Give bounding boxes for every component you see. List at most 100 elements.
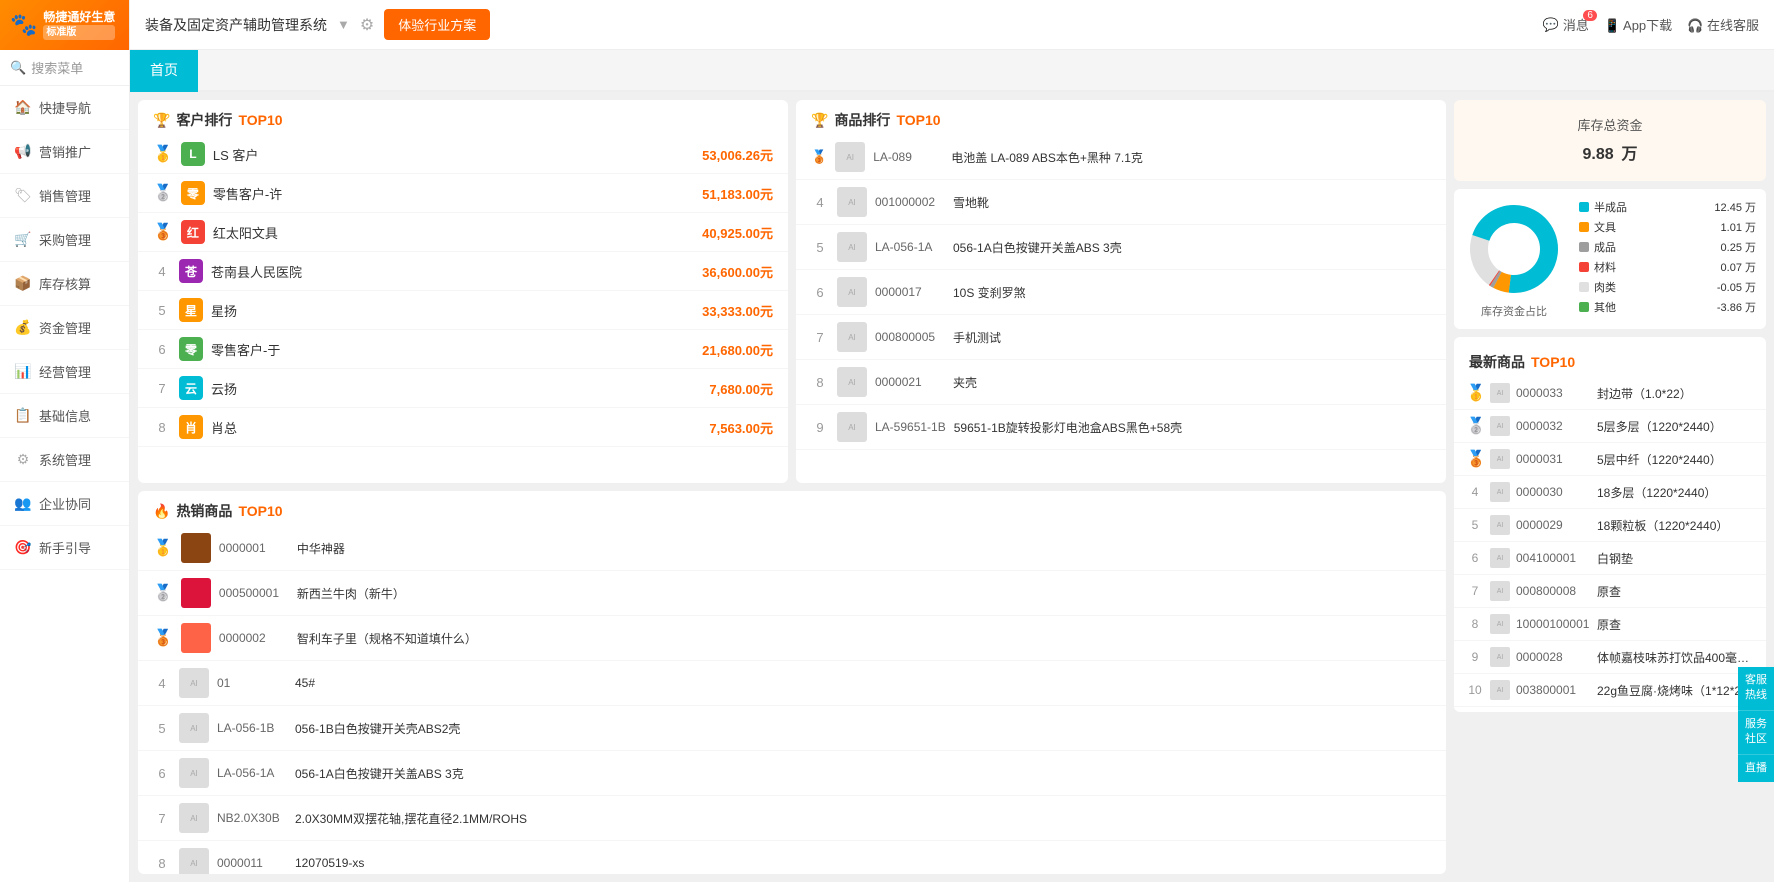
message-icon: 💬 bbox=[1543, 17, 1559, 33]
sidebar-item-label: 采购管理 bbox=[39, 230, 91, 249]
product-name: 2.0X30MM双摆花轴,摆花直径2.1MM/ROHS bbox=[295, 810, 1431, 827]
list-item: 8 AI 0000011 12070519-xs bbox=[138, 841, 1446, 874]
medal-icon: 🥇 bbox=[153, 144, 173, 164]
product-thumb: AI bbox=[837, 277, 867, 307]
float-btn-community[interactable]: 服务社区 bbox=[1738, 711, 1774, 755]
product-name: 5层多层（1220*2440） bbox=[1597, 418, 1754, 435]
phone-icon: 📱 bbox=[1604, 18, 1620, 33]
product-name: 22g鱼豆腐·烧烤味（1*12*20） bbox=[1597, 682, 1754, 699]
sidebar-item-home[interactable]: 🏠 快捷导航 bbox=[0, 86, 129, 130]
legend-item: 肉类 -0.05 万 bbox=[1579, 279, 1756, 295]
product-name: 056-1B白色按键开关壳ABS2壳 bbox=[295, 720, 1431, 737]
product-code: 0000002 bbox=[219, 631, 289, 645]
legend-item: 半成品 12.45 万 bbox=[1579, 199, 1756, 215]
table-row: 6 AI 0000017 10S 变刹罗煞 bbox=[796, 270, 1446, 315]
table-row: 🥈 零 零售客户-许 51,183.00元 bbox=[138, 174, 788, 213]
medal-icon: 🥈 bbox=[153, 583, 173, 603]
list-item: 9 AI 0000028 体帧嘉枝味苏打饮品400毫升（1*15） bbox=[1454, 641, 1766, 674]
product-name: 59651-1B旋转投影灯电池盒ABS黑色+58壳 bbox=[954, 419, 1431, 436]
product-code: 0000033 bbox=[1516, 386, 1591, 400]
hot-products-card: 🔥 热销商品 TOP10 🥇 0000001 中华神器 🥈 000500001 bbox=[138, 491, 1446, 874]
sidebar-item-sales[interactable]: 🏷 销售管理 bbox=[0, 174, 129, 218]
product-thumb: AI bbox=[837, 412, 867, 442]
top-selling-title: 🏆 商品排行 TOP10 bbox=[796, 100, 1446, 135]
sidebar-item-label: 销售管理 bbox=[39, 186, 91, 205]
rank-number: 6 bbox=[1466, 551, 1484, 565]
trial-button[interactable]: 体验行业方案 bbox=[384, 9, 490, 40]
sidebar-item-basic[interactable]: 📋 基础信息 bbox=[0, 394, 129, 438]
list-item: 7 AI NB2.0X30B 2.0X30MM双摆花轴,摆花直径2.1MM/RO… bbox=[138, 796, 1446, 841]
rank-number: 6 bbox=[153, 342, 171, 357]
list-item: 🥈 000500001 新西兰牛肉（新牛） bbox=[138, 571, 1446, 616]
sidebar-item-operations[interactable]: 📊 经营管理 bbox=[0, 350, 129, 394]
rank-number: 9 bbox=[811, 420, 829, 435]
operations-icon: 📊 bbox=[15, 364, 31, 380]
product-code: NB2.0X30B bbox=[217, 811, 287, 825]
float-btn-live[interactable]: 直播 bbox=[1738, 755, 1774, 782]
product-thumb bbox=[181, 623, 211, 653]
customer-amount: 36,600.00元 bbox=[702, 262, 773, 281]
settings-icon[interactable]: ⚙ bbox=[360, 15, 374, 35]
sidebar-item-guide[interactable]: 🎯 新手引导 bbox=[0, 526, 129, 570]
fire-icon: 🔥 bbox=[153, 503, 170, 520]
list-item: 4 AI 01 45# bbox=[138, 661, 1446, 706]
product-name: 智利车子里（规格不知道填什么） bbox=[297, 630, 1431, 647]
product-name: 18多层（1220*2440） bbox=[1597, 484, 1754, 501]
avatar: 苍 bbox=[179, 259, 203, 283]
sidebar-item-purchase[interactable]: 🛒 采购管理 bbox=[0, 218, 129, 262]
chart-label: 库存资金占比 bbox=[1481, 303, 1547, 319]
dropdown-arrow[interactable]: ▼ bbox=[337, 17, 350, 32]
sidebar-item-inventory[interactable]: 📦 库存核算 bbox=[0, 262, 129, 306]
float-btn-hotline[interactable]: 客服热线 bbox=[1738, 667, 1774, 711]
search-icon: 🔍 bbox=[10, 60, 26, 76]
sidebar-search[interactable]: 🔍 搜索菜单 bbox=[0, 50, 129, 86]
sidebar-item-marketing[interactable]: 📢 营销推广 bbox=[0, 130, 129, 174]
inventory-icon: 📦 bbox=[15, 276, 31, 292]
inventory-total-card: 库存总资金 9.88 万 bbox=[1454, 100, 1766, 181]
sidebar-item-system[interactable]: ⚙ 系统管理 bbox=[0, 438, 129, 482]
legend-color bbox=[1579, 202, 1589, 212]
newest-products-card: 最新商品 TOP10 🥇 AI 0000033 封边带（1.0*22） 🥈 AI… bbox=[1454, 337, 1766, 712]
sidebar: 🐾 畅捷通好生意 标准版 🔍 搜索菜单 🏠 快捷导航 📢 营销推广 🏷 销售管理… bbox=[0, 0, 130, 882]
rank-number: 5 bbox=[1466, 518, 1484, 532]
app-name: 畅捷通好生意 bbox=[43, 10, 115, 26]
customer-amount: 7,680.00元 bbox=[709, 379, 773, 398]
online-service[interactable]: 🎧 在线客服 bbox=[1687, 15, 1759, 34]
rank-number: 6 bbox=[153, 766, 171, 781]
newest-title: 最新商品 TOP10 bbox=[1454, 342, 1766, 377]
legend-color bbox=[1579, 262, 1589, 272]
customer-name: 红太阳文具 bbox=[213, 223, 694, 242]
nav-tabs: 首页 bbox=[130, 50, 1774, 92]
product-thumb: AI bbox=[1490, 515, 1510, 535]
product-name: 白钢垫 bbox=[1597, 550, 1754, 567]
product-thumb: AI bbox=[837, 232, 867, 262]
product-code: 0000030 bbox=[1516, 485, 1591, 499]
sidebar-item-label: 系统管理 bbox=[39, 450, 91, 469]
product-code: 10000100001 bbox=[1516, 617, 1591, 631]
product-name: 45# bbox=[295, 676, 1431, 690]
marketing-icon: 📢 bbox=[15, 144, 31, 160]
avatar: L bbox=[181, 142, 205, 166]
customer-name: 零售客户-许 bbox=[213, 184, 694, 203]
rank-number: 7 bbox=[153, 381, 171, 396]
message-badge[interactable]: 💬 消息 6 bbox=[1543, 15, 1589, 34]
product-name: 夹壳 bbox=[953, 374, 1431, 391]
product-code: LA-056-1B bbox=[217, 721, 287, 735]
chart-legend: 半成品 12.45 万 文具 1.01 万 成品 0.25 万 bbox=[1579, 199, 1756, 319]
table-row: 🥇 L LS 客户 53,006.26元 bbox=[138, 135, 788, 174]
headset-icon: 🎧 bbox=[1687, 18, 1703, 33]
product-thumb: AI bbox=[1490, 548, 1510, 568]
table-row: 4 AI 001000002 雪地靴 bbox=[796, 180, 1446, 225]
sidebar-item-label: 新手引导 bbox=[39, 538, 91, 557]
product-code: 01 bbox=[217, 676, 287, 690]
product-code: 0000021 bbox=[875, 375, 945, 389]
sidebar-item-collab[interactable]: 👥 企业协同 bbox=[0, 482, 129, 526]
legend-color bbox=[1579, 282, 1589, 292]
product-name: 新西兰牛肉（新牛） bbox=[297, 585, 1431, 602]
sidebar-item-finance[interactable]: 💰 资金管理 bbox=[0, 306, 129, 350]
tab-home[interactable]: 首页 bbox=[130, 50, 198, 92]
app-download[interactable]: 📱 App下载 bbox=[1604, 15, 1672, 34]
product-thumb: AI bbox=[1490, 581, 1510, 601]
product-code: LA-056-1A bbox=[217, 766, 287, 780]
customer-amount: 53,006.26元 bbox=[702, 145, 773, 164]
